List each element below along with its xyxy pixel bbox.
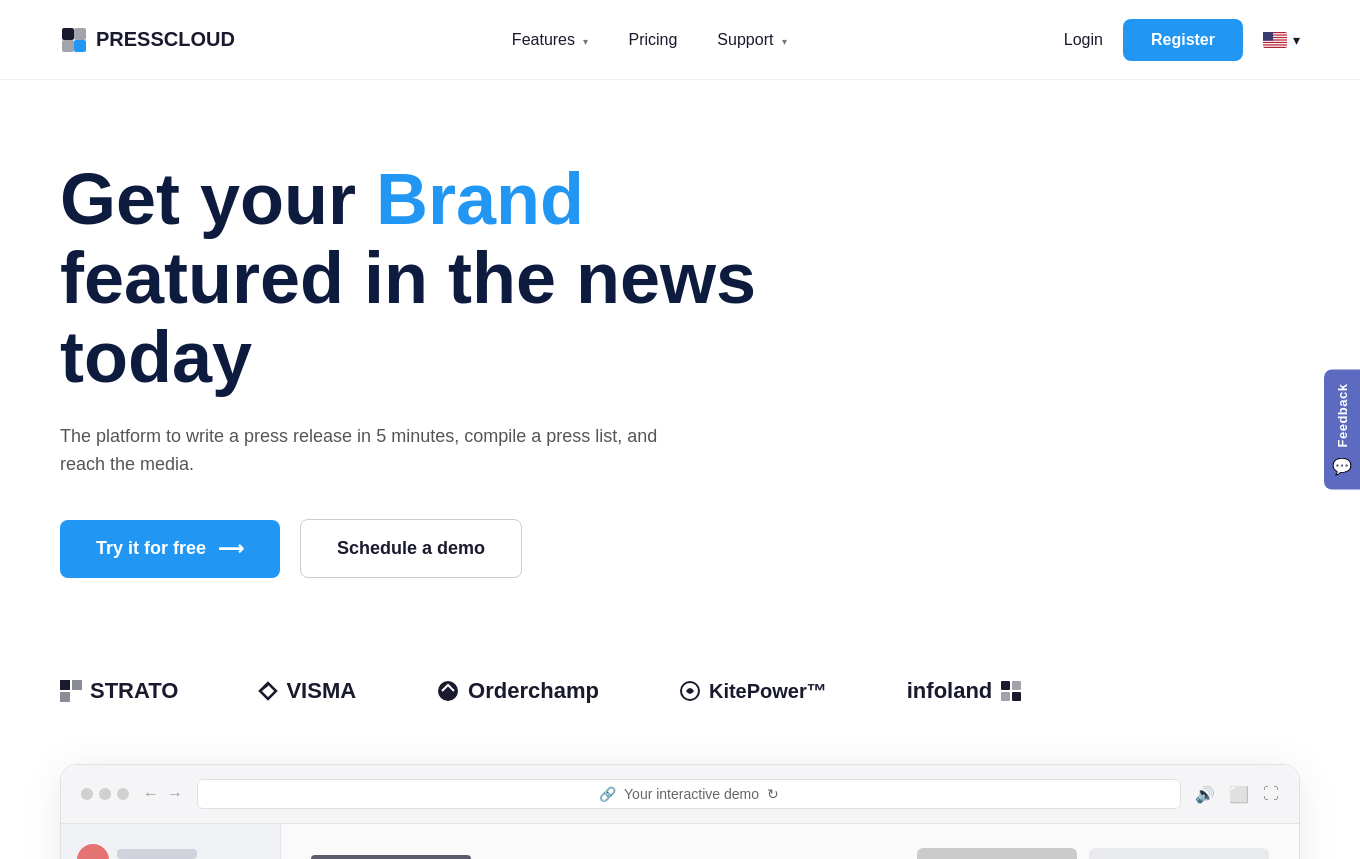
action-button-placeholder: [917, 848, 1077, 859]
nav-links: Features ▾ Pricing Support ▾: [512, 31, 787, 49]
cast-icon[interactable]: ⬜: [1229, 785, 1249, 804]
browser-content: [61, 824, 1299, 859]
svg-rect-10: [1263, 45, 1287, 46]
svg-rect-2: [62, 40, 74, 52]
svg-rect-17: [1001, 681, 1010, 690]
demo-section: ← → 🔗 Your interactive demo ↻ 🔊 ⬜ ⛶: [0, 764, 1360, 859]
logo-icon: [60, 26, 88, 54]
dashboard-title: [311, 855, 471, 859]
support-dropdown-arrow: ▾: [782, 36, 787, 47]
infoland-icon: [1000, 680, 1022, 702]
register-button[interactable]: Register: [1123, 19, 1243, 61]
feedback-label: Feedback: [1335, 383, 1350, 447]
hero-title-part2: featured in the news today: [60, 238, 756, 397]
features-dropdown-arrow: ▾: [583, 36, 588, 47]
forward-arrow-icon[interactable]: →: [167, 785, 183, 803]
sidebar-avatar: [77, 844, 109, 859]
hero-title-part1: Get your: [60, 159, 376, 239]
svg-rect-18: [1012, 681, 1021, 690]
dot-yellow: [99, 788, 111, 800]
dot-green: [117, 788, 129, 800]
try-free-button[interactable]: Try it for free ⟶: [60, 520, 280, 578]
lang-dropdown-arrow: ▾: [1293, 32, 1300, 48]
arrow-icon: ⟶: [218, 538, 244, 560]
nav-actions: Login Register ▾: [1064, 19, 1300, 61]
orderchamp-icon: [436, 679, 460, 703]
nav-features-link[interactable]: Features ▾: [512, 31, 589, 48]
kitepower-logo: KitePower™: [679, 680, 827, 703]
app-sidebar: [61, 824, 281, 859]
visma-icon: [258, 681, 278, 701]
svg-rect-12: [60, 680, 70, 690]
app-main-header: [311, 848, 1269, 859]
kitepower-icon: [679, 680, 701, 702]
navbar: PRESSCLOUD Features ▾ Pricing Support ▾ …: [0, 0, 1360, 80]
hero-title: Get your Brand featured in the news toda…: [60, 160, 840, 398]
sound-icon[interactable]: 🔊: [1195, 785, 1215, 804]
infoland-logo: infoland: [907, 678, 1023, 704]
app-main-content: [281, 824, 1299, 859]
strato-logo: STRATO: [60, 678, 178, 704]
partner-logos-section: STRATO VISMA Orderchamp KitePower™ infol…: [0, 638, 1360, 764]
svg-rect-19: [1001, 692, 1010, 701]
hero-title-highlight: Brand: [376, 159, 584, 239]
nav-item-features[interactable]: Features ▾: [512, 31, 589, 49]
svg-rect-9: [1263, 43, 1287, 44]
browser-bar: ← → 🔗 Your interactive demo ↻ 🔊 ⬜ ⛶: [61, 765, 1299, 824]
us-flag-icon: [1263, 32, 1287, 48]
back-arrow-icon[interactable]: ←: [143, 785, 159, 803]
svg-rect-8: [1263, 40, 1287, 41]
svg-rect-1: [74, 28, 86, 40]
browser-nav-arrows: ← →: [143, 785, 183, 803]
svg-rect-3: [74, 40, 86, 52]
feedback-icon: 💬: [1332, 457, 1352, 476]
strato-icon: [60, 680, 82, 702]
logo-text: PRESSCLOUD: [96, 28, 235, 51]
svg-rect-14: [60, 692, 70, 702]
logo[interactable]: PRESSCLOUD: [60, 26, 235, 54]
browser-url-bar: 🔗 Your interactive demo ↻: [197, 779, 1181, 809]
hero-subtitle: The platform to write a press release in…: [60, 422, 660, 480]
nav-pricing-link[interactable]: Pricing: [628, 31, 677, 48]
fullscreen-icon[interactable]: ⛶: [1263, 785, 1279, 803]
orderchamp-logo: Orderchamp: [436, 678, 599, 704]
browser-action-buttons: 🔊 ⬜ ⛶: [1195, 785, 1279, 804]
secondary-action-placeholder: [1089, 848, 1269, 859]
nav-support-link[interactable]: Support ▾: [717, 31, 787, 48]
hero-buttons: Try it for free ⟶ Schedule a demo: [60, 519, 840, 578]
visma-logo: VISMA: [258, 678, 356, 704]
svg-rect-11: [1263, 32, 1273, 41]
refresh-icon[interactable]: ↻: [767, 786, 779, 802]
language-selector[interactable]: ▾: [1263, 32, 1300, 48]
nav-item-support[interactable]: Support ▾: [717, 31, 787, 49]
schedule-demo-button[interactable]: Schedule a demo: [300, 519, 522, 578]
login-link[interactable]: Login: [1064, 31, 1103, 49]
url-label: Your interactive demo: [624, 786, 759, 802]
hero-section: Get your Brand featured in the news toda…: [0, 80, 900, 638]
svg-rect-20: [1012, 692, 1021, 701]
sidebar-user-name: [117, 849, 197, 859]
svg-rect-0: [62, 28, 74, 40]
link-icon: 🔗: [599, 786, 616, 802]
dot-red: [81, 788, 93, 800]
browser-window: ← → 🔗 Your interactive demo ↻ 🔊 ⬜ ⛶: [60, 764, 1300, 859]
feedback-tab[interactable]: Feedback 💬: [1324, 369, 1360, 490]
svg-rect-13: [72, 680, 82, 690]
browser-dots: [81, 788, 129, 800]
nav-item-pricing[interactable]: Pricing: [628, 31, 677, 49]
sidebar-logo-area: [77, 844, 264, 859]
